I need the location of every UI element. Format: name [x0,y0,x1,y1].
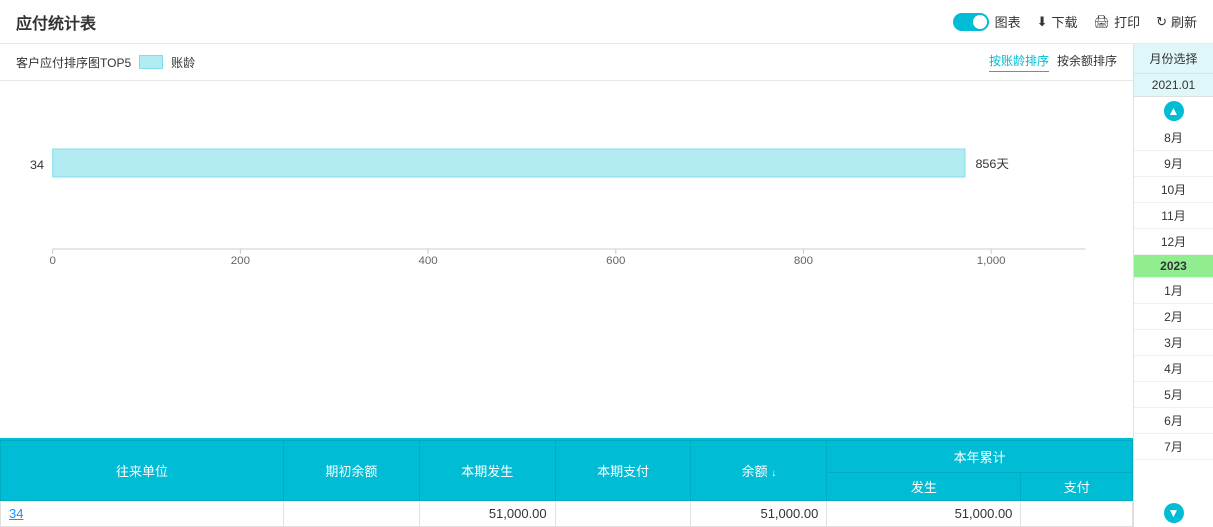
col-ytd-pay: 支付 [1021,473,1133,501]
month-item[interactable]: 12月 [1134,229,1213,255]
download-icon: ⬇ [1037,14,1048,30]
svg-text:400: 400 [418,255,437,267]
month-item[interactable]: 1月 [1134,278,1213,304]
legend-box [139,55,163,69]
nav-down-arrow[interactable]: ▼ [1164,503,1184,523]
cell-current-occur: 51,000.00 [419,501,555,527]
page-header: 应付统计表 图表 ⬇ 下载 🖨 打印 ↻ 刷新 [0,0,1213,44]
bar-chart: 34 856天 0 200 400 600 [16,89,1117,309]
balance-sort-icon[interactable]: ↓ [771,468,776,479]
table-wrapper: 往来单位 期初余额 本期发生 本期支付 余额 ↓ 本年累计 [0,440,1133,527]
refresh-icon: ↻ [1156,14,1167,30]
col-from-unit: 往来单位 [1,441,284,501]
month-item[interactable]: 8月 [1134,125,1213,151]
sidebar-month-header: 月份选择 [1134,44,1213,74]
cell-ytd-occur: 51,000.00 [827,501,1021,527]
table-area: 往来单位 期初余额 本期发生 本期支付 余额 ↓ 本年累计 [0,438,1133,527]
cell-unit[interactable]: 34 [1,501,284,527]
col-opening: 期初余额 [284,441,420,501]
cell-balance: 51,000.00 [691,501,827,527]
chart-container: 34 856天 0 200 400 600 [0,81,1133,438]
month-item[interactable]: 2023 [1134,255,1213,278]
month-item[interactable]: 4月 [1134,356,1213,382]
chart-toggle[interactable] [953,13,989,31]
col-ytd: 本年累计 [827,441,1133,473]
col-current-pay: 本期支付 [555,441,691,501]
refresh-label: 刷新 [1171,12,1197,31]
month-item[interactable]: 2月 [1134,304,1213,330]
col-balance: 余额 ↓ [691,441,827,501]
sort-tab-balance[interactable]: 按余额排序 [1057,52,1117,72]
chart-header: 客户应付排序图TOP5 账龄 按账龄排序 按余额排序 [0,44,1133,81]
chart-toggle-label: 图表 [995,12,1021,31]
data-table: 往来单位 期初余额 本期发生 本期支付 余额 ↓ 本年累计 [0,440,1133,527]
svg-text:1,000: 1,000 [977,255,1006,267]
table-header-row: 往来单位 期初余额 本期发生 本期支付 余额 ↓ 本年累计 [1,441,1133,473]
month-item[interactable]: 7月 [1134,434,1213,460]
page-title: 应付统计表 [16,10,96,34]
month-item[interactable]: 6月 [1134,408,1213,434]
svg-text:0: 0 [49,255,55,267]
print-label: 打印 [1114,12,1140,31]
month-item[interactable]: 10月 [1134,177,1213,203]
month-item[interactable]: 5月 [1134,382,1213,408]
svg-text:800: 800 [794,255,813,267]
col-ytd-occur: 发生 [827,473,1021,501]
cell-ytd-pay [1021,501,1133,527]
month-item[interactable]: 9月 [1134,151,1213,177]
sort-tabs: 按账龄排序 按余额排序 [989,52,1117,72]
content-wrapper: 客户应付排序图TOP5 账龄 按账龄排序 按余额排序 34 [0,44,1133,527]
nav-up-arrow[interactable]: ▲ [1164,101,1184,121]
legend-text: 客户应付排序图TOP5 [16,54,131,71]
print-button[interactable]: 🖨 打印 [1094,12,1141,31]
sidebar-months: 8月9月10月11月12月20231月2月3月4月5月6月7月 [1134,125,1213,499]
table-row: 34 51,000.00 51,000.00 51,000.00 [1,501,1133,527]
legend-box-label: 账龄 [171,54,195,71]
chart-legend: 客户应付排序图TOP5 账龄 [16,54,195,71]
sidebar-nav-down: ▼ [1134,499,1213,527]
download-button[interactable]: ⬇ 下载 [1037,12,1078,31]
chart-area: 客户应付排序图TOP5 账龄 按账龄排序 按余额排序 34 [0,44,1133,527]
refresh-button[interactable]: ↻ 刷新 [1156,12,1197,31]
table-body: 34 51,000.00 51,000.00 51,000.00 [1,501,1133,527]
svg-text:200: 200 [231,255,250,267]
svg-text:856天: 856天 [975,157,1009,171]
svg-text:34: 34 [30,158,44,172]
cell-opening [284,501,420,527]
sidebar-year-display: 2021.01 [1134,74,1213,97]
month-item[interactable]: 11月 [1134,203,1213,229]
chart-toggle-wrap: 图表 [953,12,1021,31]
main-content: 客户应付排序图TOP5 账龄 按账龄排序 按余额排序 34 [0,44,1213,527]
cell-current-pay [555,501,691,527]
print-icon: 🖨 [1094,14,1111,30]
download-label: 下载 [1052,12,1078,31]
month-item[interactable]: 3月 [1134,330,1213,356]
sidebar-nav-up: ▲ [1134,97,1213,125]
sort-tab-debt[interactable]: 按账龄排序 [989,52,1049,72]
header-actions: 图表 ⬇ 下载 🖨 打印 ↻ 刷新 [953,12,1197,31]
right-sidebar: 月份选择 2021.01 ▲ 8月9月10月11月12月20231月2月3月4月… [1133,44,1213,527]
svg-text:600: 600 [606,255,625,267]
col-current-occur: 本期发生 [419,441,555,501]
